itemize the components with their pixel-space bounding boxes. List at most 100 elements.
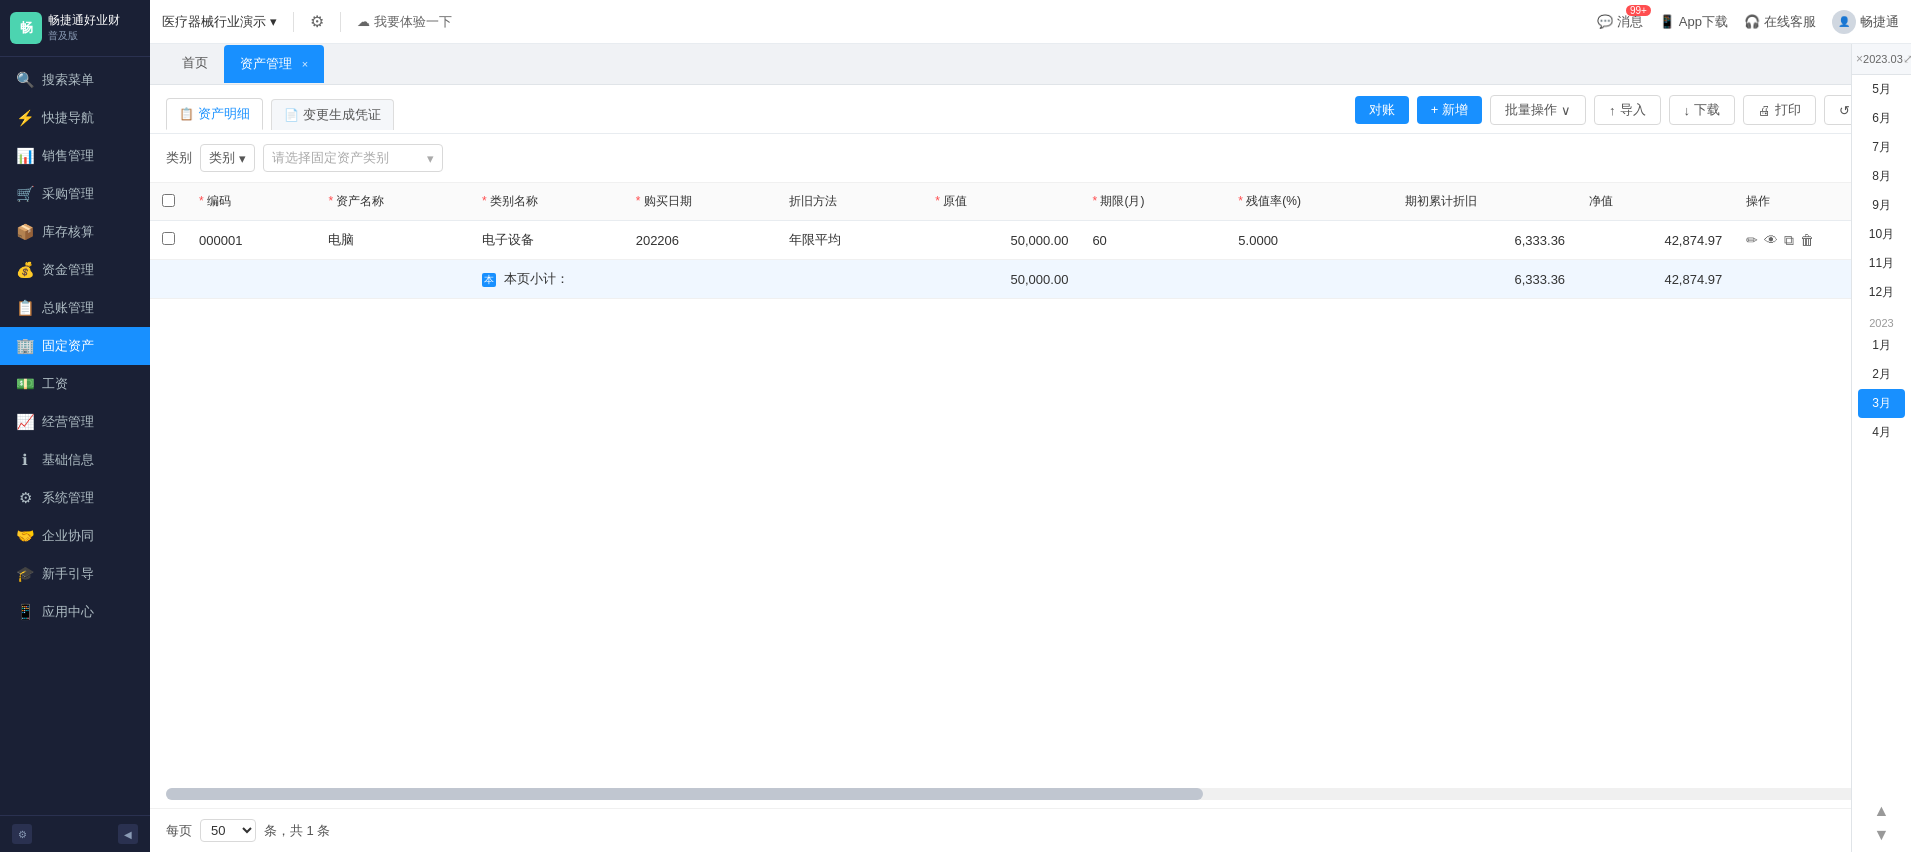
sidebar-item-enterprise[interactable]: 🤝 企业协同 [0,517,150,555]
delete-btn-0[interactable]: 🗑 [1800,232,1814,249]
import-label: 导入 [1620,101,1646,119]
topbar-divider-1 [293,12,294,32]
sidebar-item-ledger[interactable]: 📋 总账管理 [0,289,150,327]
sidebar-collapse-btn[interactable]: ◀ [118,824,138,844]
sidebar-item-finance[interactable]: 💰 资金管理 [0,251,150,289]
download-doc-icon: ↓ [1684,103,1691,118]
user-name: 畅捷通 [1860,13,1899,31]
sidebar-item-operations[interactable]: 📈 经营管理 [0,403,150,441]
asset-detail-icon: 📋 [179,107,194,121]
company-selector[interactable]: 医疗器械行业演示 ▾ [162,13,277,31]
sidebar-nav: 🔍 搜索菜单 ⚡ 快捷导航 📊 销售管理 🛒 采购管理 📦 库存核算 💰 资金管… [0,57,150,815]
calendar-header: × 2023.03 ⤢ [1852,44,1911,75]
cal-month-item[interactable]: 11月 [1852,249,1911,278]
topbar-right: 💬 消息 99+ 📱 App下载 🎧 在线客服 👤 畅捷通 [1597,10,1899,34]
sidebar-item-search[interactable]: 🔍 搜索菜单 [0,61,150,99]
cal-month-item[interactable]: 1月 [1852,331,1911,360]
add-btn[interactable]: + 新增 [1417,96,1482,124]
subtotal-row: 本 本页小计： 50,000.00 6,333.36 42,874.97 [150,260,1911,299]
edit-btn-0[interactable]: ✏ [1746,232,1758,249]
select-all-checkbox[interactable] [162,194,175,207]
scrollbar-thumb [166,788,1203,800]
th-accumulated-depreciation: 期初累计折旧 [1393,183,1577,221]
sidebar-icon-ledger: 📋 [16,299,34,317]
sub-tab-change-voucher[interactable]: 📄 变更生成凭证 [271,99,394,130]
cal-month-item[interactable]: 12月 [1852,278,1911,307]
change-voucher-icon: 📄 [284,108,299,122]
app-name: 畅捷通好业财 [48,13,120,29]
calendar-up-btn[interactable]: ▲ [1874,802,1890,820]
cal-month-item[interactable]: 4月 [1852,418,1911,447]
category-type-select[interactable]: 类别 ▾ [200,144,255,172]
account-btn[interactable]: 对账 [1355,96,1409,124]
sidebar-item-system[interactable]: ⚙ 系统管理 [0,479,150,517]
copy-btn-0[interactable]: ⧉ [1784,232,1794,249]
subtotal-empty-2 [316,260,470,299]
print-btn[interactable]: 🖨 打印 [1743,95,1816,125]
calendar-down-btn[interactable]: ▼ [1874,826,1890,844]
print-icon: 🖨 [1758,103,1771,118]
batch-btn[interactable]: 批量操作 ∨ [1490,95,1586,125]
sub-tab-asset-detail[interactable]: 📋 资产明细 [166,98,263,130]
sidebar-icon-guide: 🎓 [16,565,34,583]
cal-month-item[interactable]: 8月 [1852,162,1911,191]
sidebar-item-quick-nav[interactable]: ⚡ 快捷导航 [0,99,150,137]
download-btn[interactable]: ↓ 下载 [1669,95,1736,125]
sub-tabs-left: 📋 资产明细 📄 变更生成凭证 [166,98,394,130]
subtotal-label: 本页小计： [504,271,569,286]
subtotal-check-cell [150,260,187,299]
print-label: 打印 [1775,101,1801,119]
experience-btn[interactable]: ☁ 我要体验一下 [357,13,452,31]
sidebar-icon-fixed-assets: 🏢 [16,337,34,355]
sidebar-item-purchase[interactable]: 🛒 采购管理 [0,175,150,213]
tab-close-icon[interactable]: × [302,58,308,70]
th-net-value: 净值 [1577,183,1734,221]
tab-asset-management[interactable]: 资产管理 × [224,45,324,83]
app-download-btn[interactable]: 📱 App下载 [1659,13,1728,31]
subtotal-empty-1 [187,260,316,299]
sidebar-item-guide[interactable]: 🎓 新手引导 [0,555,150,593]
cal-month-item[interactable]: 2月 [1852,360,1911,389]
cal-month-item[interactable]: 5月 [1852,75,1911,104]
sidebar-label-guide: 新手引导 [42,565,94,583]
per-page-select[interactable]: 50 100 [200,819,256,842]
sidebar-item-inventory[interactable]: 📦 库存核算 [0,213,150,251]
calendar-expand-btn[interactable]: ⤢ [1903,52,1911,66]
row-checkbox-0[interactable] [162,232,175,245]
th-period: 期限(月) [1080,183,1226,221]
sidebar-item-basic-info[interactable]: ℹ 基础信息 [0,441,150,479]
online-service-btn[interactable]: 🎧 在线客服 [1744,13,1816,31]
messages-btn[interactable]: 💬 消息 99+ [1597,13,1643,31]
sidebar-item-fixed-assets[interactable]: 🏢 固定资产 [0,327,150,365]
horizontal-scrollbar[interactable] [166,788,1895,800]
calendar-close-btn[interactable]: × [1856,52,1863,66]
cal-month-item[interactable]: 7月 [1852,133,1911,162]
sidebar-label-app-center: 应用中心 [42,603,94,621]
sidebar-item-payroll[interactable]: 💵 工资 [0,365,150,403]
view-btn-0[interactable]: 👁 [1764,232,1778,249]
row-checkbox-cell [150,221,187,260]
calendar-section: 20231月2月3月4月 [1852,311,1911,447]
cal-month-item[interactable]: 3月 [1858,389,1905,418]
sidebar-settings-btn[interactable]: ⚙ [12,824,32,844]
settings-icon[interactable]: ⚙ [310,12,324,31]
cal-year-label: 2023 [1852,311,1911,331]
tab-home[interactable]: 首页 [166,44,224,84]
cal-month-item[interactable]: 9月 [1852,191,1911,220]
category-type-label: 类别 [209,149,235,167]
sidebar-label-quick-nav: 快捷导航 [42,109,94,127]
sidebar-icon-enterprise: 🤝 [16,527,34,545]
import-btn[interactable]: ↑ 导入 [1594,95,1661,125]
user-btn[interactable]: 👤 畅捷通 [1832,10,1899,34]
cal-month-item[interactable]: 6月 [1852,104,1911,133]
category-search-input[interactable]: 请选择固定资产类别 ▾ [263,144,443,172]
sidebar-item-app-center[interactable]: 📱 应用中心 [0,593,150,631]
cal-month-item[interactable]: 10月 [1852,220,1911,249]
sidebar-icon-purchase: 🛒 [16,185,34,203]
tabs-bar: 首页 资产管理 × [150,44,1911,85]
filter-row: 类别 类别 ▾ 请选择固定资产类别 ▾ [150,134,1911,183]
sidebar-icon-inventory: 📦 [16,223,34,241]
sidebar-label-system: 系统管理 [42,489,94,507]
download-label: 下载 [1694,101,1720,119]
sidebar-item-sales[interactable]: 📊 销售管理 [0,137,150,175]
